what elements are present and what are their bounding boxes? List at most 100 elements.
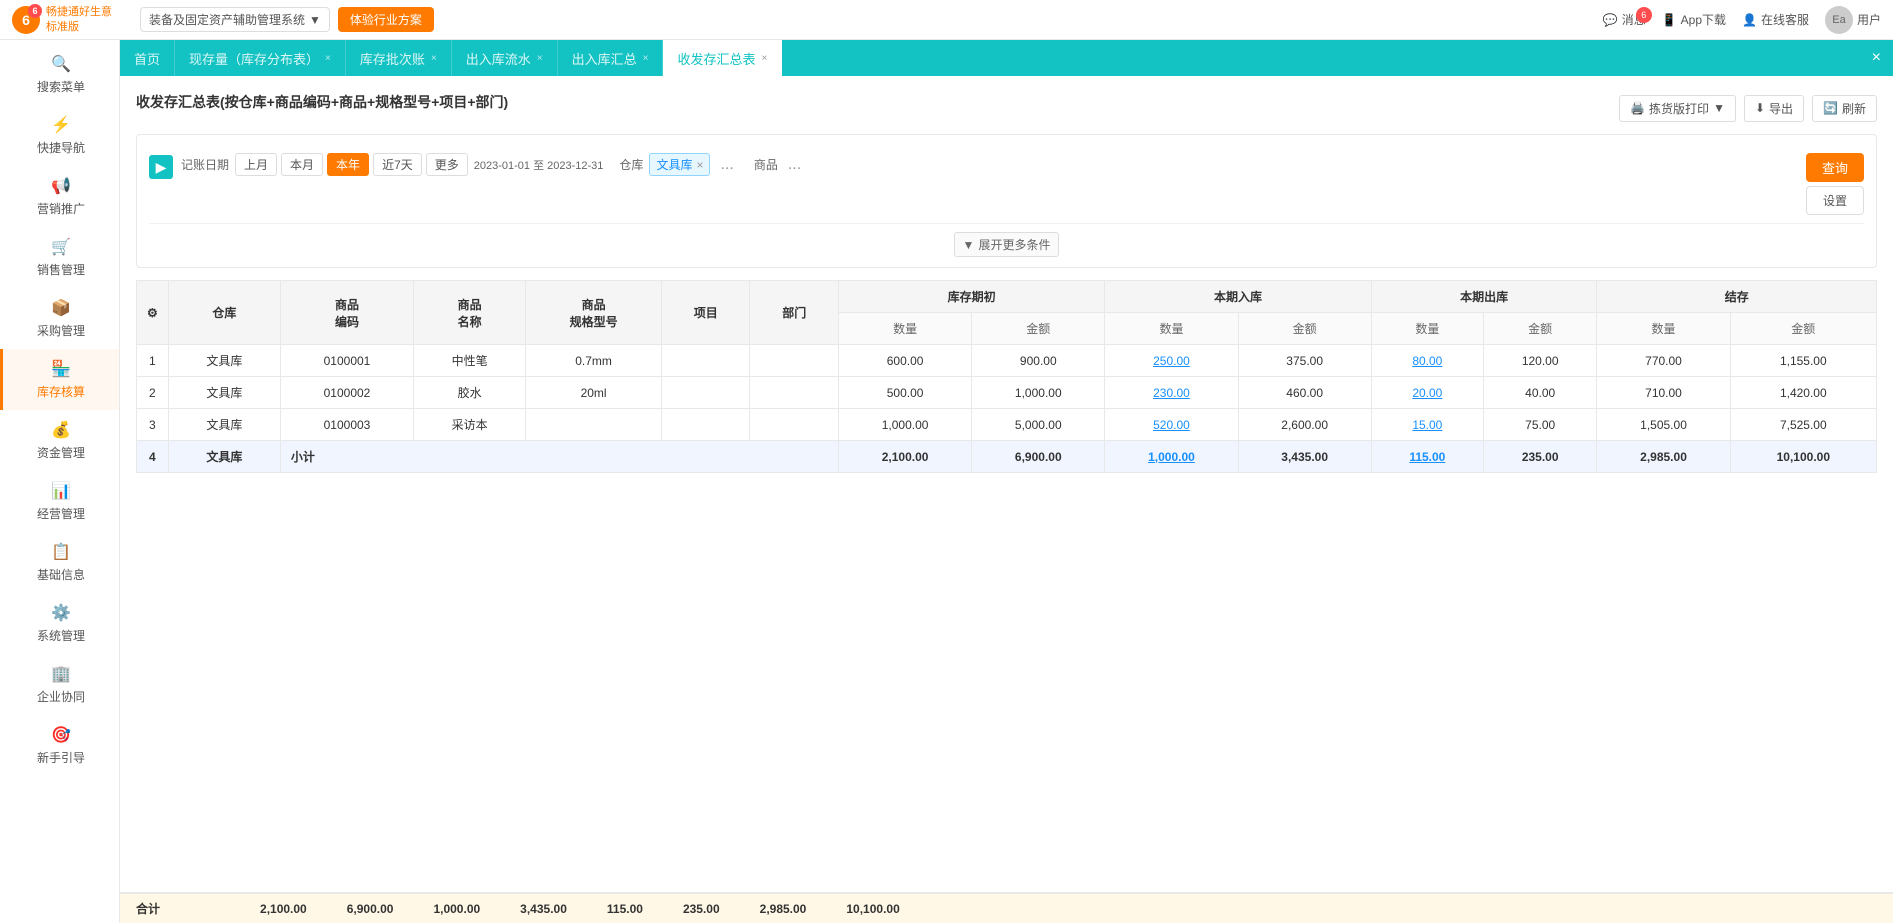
- col-warehouse-header: 仓库: [168, 281, 280, 345]
- query-area: 查询 设置: [1806, 153, 1864, 215]
- sidebar-item-sales[interactable]: 🛒 销售管理: [0, 227, 119, 288]
- row2-out-qty[interactable]: 20.00: [1371, 377, 1483, 409]
- date-btn-curr-year[interactable]: 本年: [327, 153, 369, 176]
- subtotal-warehouse: 文具库: [168, 441, 280, 473]
- message-btn[interactable]: 💬 消息 6: [1603, 11, 1646, 28]
- subtotal-name: 小计: [280, 441, 838, 473]
- app-download-btn[interactable]: 📱 App下载: [1662, 11, 1726, 28]
- col-spec-header: 商品规格型号: [526, 281, 662, 345]
- tab-batch-account[interactable]: 库存批次账 ×: [346, 40, 452, 76]
- sidebar-item-operations[interactable]: 📊 经营管理: [0, 471, 119, 532]
- date-btn-curr-month[interactable]: 本月: [281, 153, 323, 176]
- subtotal-in-qty[interactable]: 1,000.00: [1105, 441, 1238, 473]
- expand-more-btn[interactable]: ▼ 展开更多条件: [954, 232, 1060, 257]
- tab-close-receipt-summary[interactable]: ×: [761, 53, 767, 64]
- row3-bal-amt: 7,525.00: [1730, 409, 1876, 441]
- warehouse-tag-close[interactable]: ×: [696, 158, 703, 172]
- sidebar-item-system[interactable]: ⚙️ 系统管理: [0, 593, 119, 654]
- tab-home[interactable]: 首页: [120, 40, 175, 76]
- tab-inout-summary[interactable]: 出入库汇总 ×: [558, 40, 664, 76]
- date-btn-more[interactable]: 更多: [426, 153, 468, 176]
- sidebar: 🔍 搜索菜单 ⚡ 快捷导航 📢 营销推广 🛒 销售管理 📦 采购管理 🏪 库存核…: [0, 40, 120, 923]
- refresh-btn[interactable]: 🔄 刷新: [1812, 95, 1877, 122]
- col-open-amt-header: 金额: [972, 313, 1105, 345]
- system-title[interactable]: 装备及固定资产辅助管理系统 ▼: [140, 7, 330, 32]
- total-open-amt: 6,900.00: [327, 902, 414, 916]
- row1-in-qty[interactable]: 250.00: [1105, 345, 1238, 377]
- row1-bal-qty: 770.00: [1597, 345, 1730, 377]
- avatar: Ea: [1825, 6, 1853, 34]
- table-row: 3 文具库 0100003 采访本 1,000.00 5,000.00 520.…: [137, 409, 1877, 441]
- date-btn-prev-month[interactable]: 上月: [235, 153, 277, 176]
- tab-inout-flow[interactable]: 出入库流水 ×: [452, 40, 558, 76]
- page-content: 收发存汇总表(按仓库+商品编码+商品+规格型号+项目+部门) 🖨️ 拣货版打印 …: [120, 76, 1893, 892]
- total-out-qty: 115.00: [587, 902, 663, 916]
- sidebar-item-enterprise[interactable]: 🏢 企业协同: [0, 654, 119, 715]
- tab-close-stock-dist[interactable]: ×: [325, 53, 331, 64]
- sidebar-item-finance[interactable]: 💰 资金管理: [0, 410, 119, 471]
- sidebar-item-search[interactable]: 🔍 搜索菜单: [0, 44, 119, 105]
- row2-project: [661, 377, 750, 409]
- sidebar-item-purchase[interactable]: 📦 采购管理: [0, 288, 119, 349]
- print-btn[interactable]: 🖨️ 拣货版打印 ▼: [1619, 95, 1736, 122]
- date-btn-7days[interactable]: 近7天: [373, 153, 422, 176]
- row2-out-amt: 40.00: [1483, 377, 1596, 409]
- warehouse-filter-group: 仓库 文具库 × ...: [619, 153, 737, 176]
- filter-area: ▶ 记账日期 上月 本月 本年 近7天 更多 2: [136, 134, 1877, 268]
- row2-in-qty[interactable]: 230.00: [1105, 377, 1238, 409]
- row1-out-qty[interactable]: 80.00: [1371, 345, 1483, 377]
- date-label: 记账日期: [181, 156, 229, 173]
- col-dept-header: 部门: [750, 281, 839, 345]
- page-title: 收发存汇总表(按仓库+商品编码+商品+规格型号+项目+部门): [136, 92, 508, 112]
- tab-close-inout-summary[interactable]: ×: [643, 53, 649, 64]
- collapse-btn[interactable]: ▶: [149, 155, 173, 179]
- table-row: 1 文具库 0100001 中性笔 0.7mm 600.00 900.00 25…: [137, 345, 1877, 377]
- subtotal-out-qty[interactable]: 115.00: [1371, 441, 1483, 473]
- sales-icon: 🛒: [51, 237, 71, 257]
- sidebar-item-inventory[interactable]: 🏪 库存核算: [0, 349, 119, 410]
- row3-out-qty[interactable]: 15.00: [1371, 409, 1483, 441]
- tab-close-inout-flow[interactable]: ×: [537, 53, 543, 64]
- page-header-actions: 🖨️ 拣货版打印 ▼ ⬇ 导出 🔄 刷新: [1619, 95, 1877, 122]
- row3-bal-qty: 1,505.00: [1597, 409, 1730, 441]
- sidebar-item-basic-info[interactable]: 📋 基础信息: [0, 532, 119, 593]
- table-wrapper: ⚙ 仓库 商品编码 商品名称 商品规格型号 项目 部门 库存期初 本期入库 本期…: [136, 280, 1877, 473]
- settings-btn[interactable]: 设置: [1806, 186, 1864, 215]
- operations-icon: 📊: [51, 481, 71, 501]
- user-btn[interactable]: Ea 用户: [1825, 6, 1881, 34]
- try-btn[interactable]: 体验行业方案: [338, 7, 434, 32]
- tab-close-batch-account[interactable]: ×: [431, 53, 437, 64]
- row2-open-qty: 500.00: [839, 377, 972, 409]
- query-btn[interactable]: 查询: [1806, 153, 1864, 182]
- warehouse-dots[interactable]: ...: [716, 156, 737, 174]
- table-row: 2 文具库 0100002 胶水 20ml 500.00 1,000.00 23…: [137, 377, 1877, 409]
- row3-out-amt: 75.00: [1483, 409, 1596, 441]
- logo-text: 畅捷通好生意 标准版: [46, 5, 112, 34]
- subtotal-seq: 4: [137, 441, 169, 473]
- service-icon: 👤: [1742, 13, 1757, 27]
- online-service-btn[interactable]: 👤 在线客服: [1742, 11, 1809, 28]
- col-gear-header: ⚙: [137, 281, 169, 345]
- export-btn[interactable]: ⬇ 导出: [1744, 95, 1804, 122]
- tab-stock-dist[interactable]: 现存量（库存分布表） ×: [175, 40, 346, 76]
- sidebar-item-guide[interactable]: 🎯 新手引导: [0, 715, 119, 776]
- expand-more-row: ▼ 展开更多条件: [149, 232, 1864, 257]
- sidebar-item-marketing[interactable]: 📢 营销推广: [0, 166, 119, 227]
- export-icon: ⬇: [1755, 101, 1765, 115]
- row3-dept: [750, 409, 839, 441]
- subtotal-bal-qty: 2,985.00: [1597, 441, 1730, 473]
- row3-in-qty[interactable]: 520.00: [1105, 409, 1238, 441]
- row2-code: 0100002: [280, 377, 413, 409]
- total-bal-qty: 2,985.00: [740, 902, 827, 916]
- warehouse-tag[interactable]: 文具库 ×: [649, 153, 710, 176]
- date-filter-group: 记账日期 上月 本月 本年 近7天 更多 2023-01-01 至 2023-1…: [181, 153, 603, 176]
- tab-receipt-summary[interactable]: 收发存汇总表 ×: [663, 40, 782, 76]
- tab-bar: 首页 现存量（库存分布表） × 库存批次账 × 出入库流水 × 出入库汇总 × …: [120, 40, 1893, 76]
- row2-name: 胶水: [414, 377, 526, 409]
- tab-bar-close[interactable]: ×: [1860, 49, 1893, 67]
- row3-project: [661, 409, 750, 441]
- total-label: 合计: [136, 900, 160, 917]
- sidebar-item-quick-nav[interactable]: ⚡ 快捷导航: [0, 105, 119, 166]
- refresh-icon: 🔄: [1823, 101, 1838, 115]
- goods-dots[interactable]: ...: [784, 156, 805, 174]
